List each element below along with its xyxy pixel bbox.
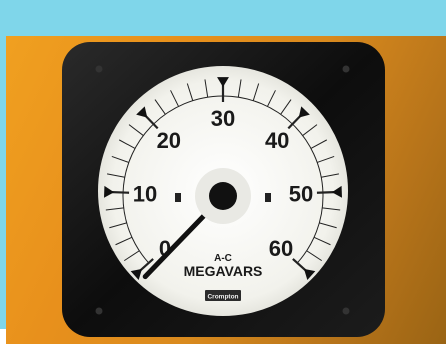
- screw-bottom-right-icon: [342, 307, 350, 315]
- screw-top-left-icon: [95, 65, 103, 73]
- scale-label-30: 30: [211, 106, 235, 131]
- scale-label-40: 40: [265, 128, 289, 153]
- photo-scene: 0 10 20 30 40 50 60 A-C MEGAVARS Crompton: [6, 36, 446, 344]
- hub-center: [209, 182, 237, 210]
- scale-label-60: 60: [269, 236, 293, 261]
- meter-illustration: 0102030405060 A-C MEGAVARS Crompton: [62, 42, 385, 337]
- screw-bottom-left-icon: [95, 307, 103, 315]
- pivot-lug-right: [265, 193, 271, 202]
- unit-line-2: MEGAVARS: [184, 263, 263, 279]
- photo-frame: 0 10 20 30 40 50 60 A-C MEGAVARS Crompton: [0, 0, 446, 344]
- pivot-lug-left: [175, 193, 181, 202]
- scale-label-20: 20: [157, 128, 181, 153]
- screw-top-right-icon: [342, 65, 350, 73]
- scale-label-50: 50: [289, 181, 313, 206]
- scale-label-10: 10: [133, 181, 157, 206]
- brand-logo: Crompton: [207, 294, 238, 301]
